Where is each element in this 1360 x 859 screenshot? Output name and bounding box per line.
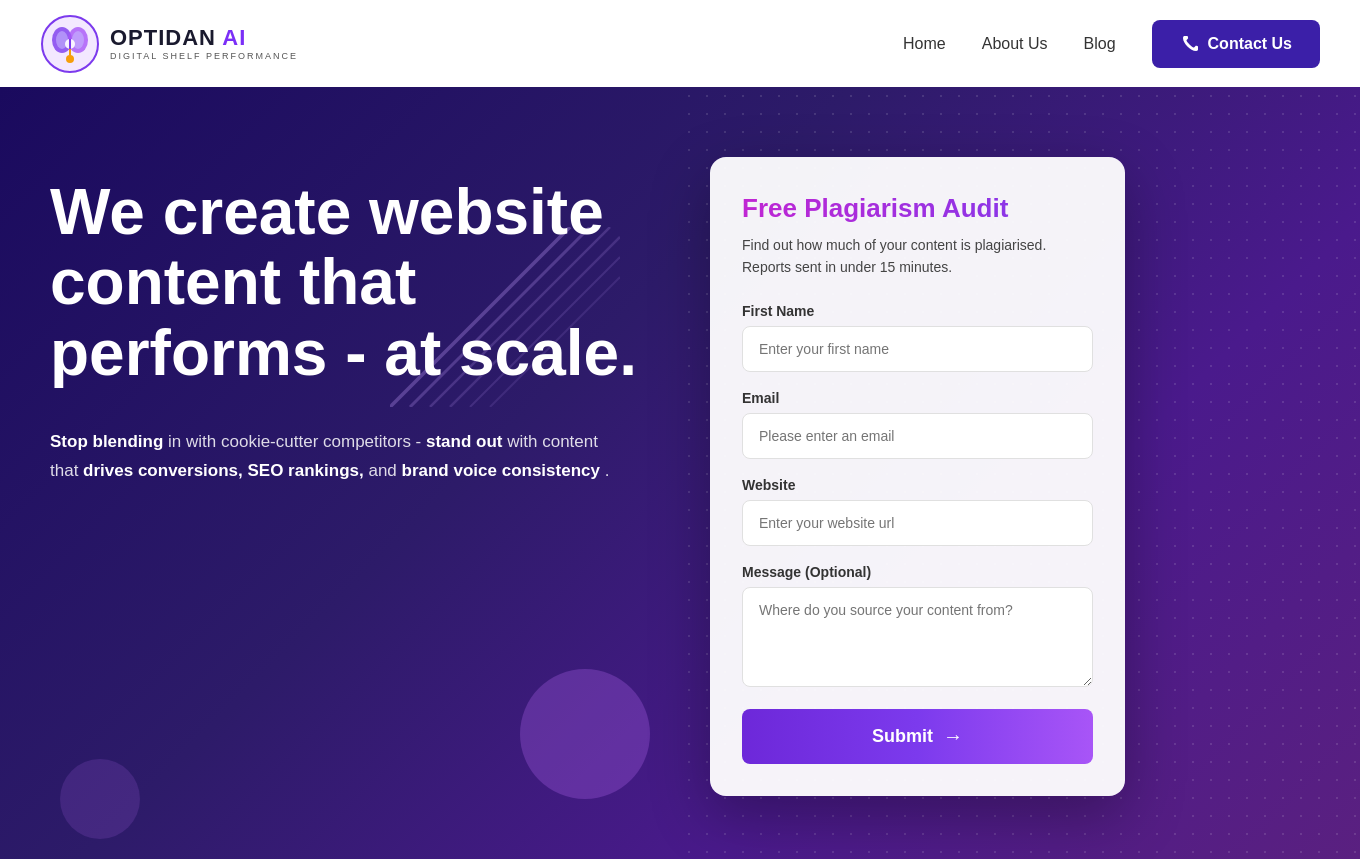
nav-links: Home About Us Blog Contact Us — [903, 20, 1320, 68]
circle-decoration-small — [60, 759, 140, 839]
contact-btn-label: Contact Us — [1208, 35, 1292, 53]
logo-icon — [40, 14, 100, 74]
hero-text-3: and — [368, 461, 401, 480]
website-group: Website — [742, 477, 1093, 546]
form-card: Free Plagiarism Audit Find out how much … — [710, 157, 1125, 796]
submit-label: Submit — [872, 726, 933, 747]
website-input[interactable] — [742, 500, 1093, 546]
first-name-group: First Name — [742, 303, 1093, 372]
navbar: OPTIDAN AI DIGITAL SHELF PERFORMANCE Hom… — [0, 0, 1360, 87]
svg-point-7 — [66, 55, 74, 63]
arrow-right-icon: → — [943, 725, 963, 748]
contact-us-button[interactable]: Contact Us — [1152, 20, 1320, 68]
nav-item-about[interactable]: About Us — [982, 35, 1048, 53]
hero-headline: We create website content that performs … — [50, 177, 710, 388]
form-title: Free Plagiarism Audit — [742, 193, 1093, 224]
form-description: Find out how much of your content is pla… — [742, 234, 1093, 279]
logo-text: OPTIDAN AI DIGITAL SHELF PERFORMANCE — [110, 26, 298, 60]
audit-form: First Name Email Website Message (Option… — [742, 303, 1093, 764]
hero-body: Stop blending in with cookie-cutter comp… — [50, 428, 610, 486]
hero-bold-4: brand voice consistency — [402, 461, 600, 480]
circle-decoration — [520, 669, 650, 799]
logo-sub-text: DIGITAL SHELF PERFORMANCE — [110, 51, 298, 61]
logo: OPTIDAN AI DIGITAL SHELF PERFORMANCE — [40, 14, 298, 74]
hero-text-4: . — [605, 461, 610, 480]
message-input[interactable] — [742, 587, 1093, 687]
email-input[interactable] — [742, 413, 1093, 459]
nav-item-blog[interactable]: Blog — [1084, 35, 1116, 53]
hero-section: We create website content that performs … — [0, 87, 1360, 859]
hero-bold-2: stand out — [426, 432, 503, 451]
first-name-label: First Name — [742, 303, 1093, 319]
message-label: Message (Optional) — [742, 564, 1093, 580]
first-name-input[interactable] — [742, 326, 1093, 372]
message-group: Message (Optional) — [742, 564, 1093, 691]
submit-button[interactable]: Submit → — [742, 709, 1093, 764]
hero-content: We create website content that performs … — [50, 147, 710, 486]
hero-text-1: in with cookie-cutter competitors - — [168, 432, 426, 451]
logo-main-text: OPTIDAN AI — [110, 26, 298, 50]
hero-bold-1: Stop blending — [50, 432, 163, 451]
phone-icon — [1180, 34, 1200, 54]
email-group: Email — [742, 390, 1093, 459]
website-label: Website — [742, 477, 1093, 493]
email-label: Email — [742, 390, 1093, 406]
hero-bold-3: drives conversions, SEO rankings, — [83, 461, 364, 480]
nav-item-home[interactable]: Home — [903, 35, 946, 53]
